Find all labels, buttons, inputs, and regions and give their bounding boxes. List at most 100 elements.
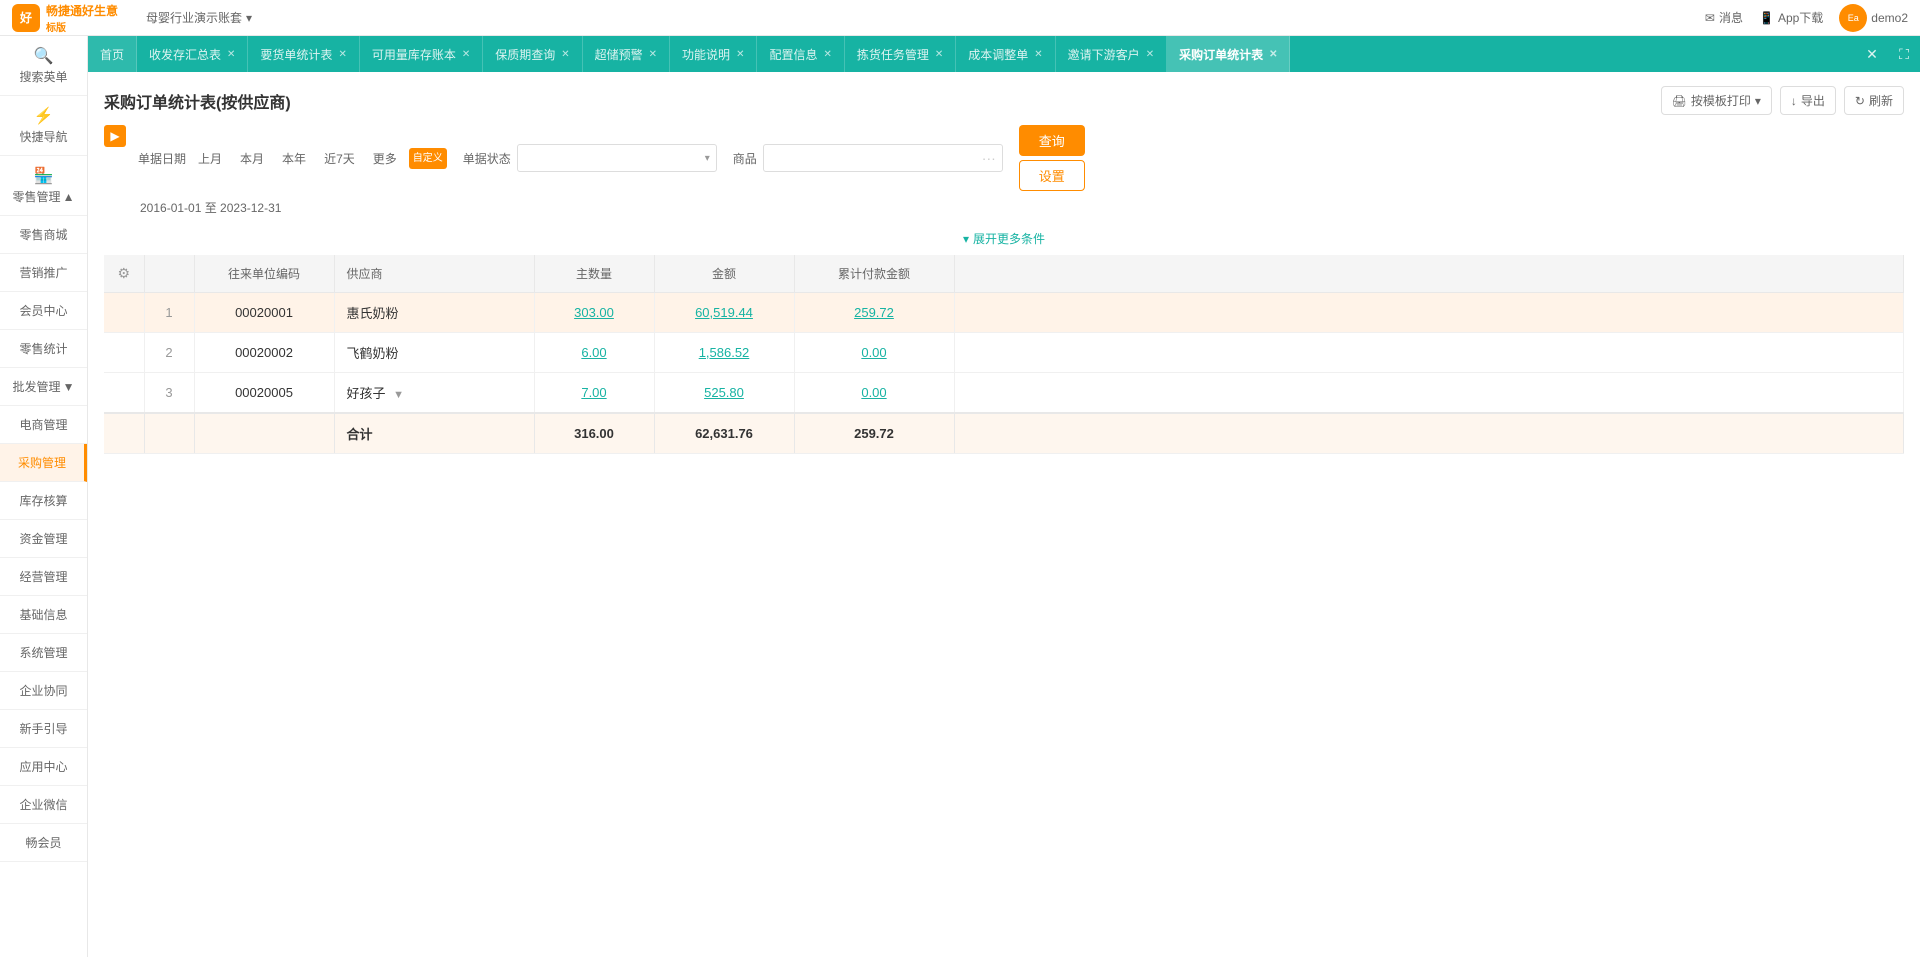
td-supplier-2: 飞鹤奶粉 (334, 333, 534, 373)
td-unit-code-2: 00020002 (194, 333, 334, 373)
td-main-qty-1[interactable]: 303.00 (534, 293, 654, 333)
settings-button[interactable]: 设置 (1019, 160, 1085, 191)
query-button[interactable]: 查询 (1019, 125, 1085, 156)
close-icon[interactable]: ✕ (338, 49, 346, 60)
tab-invite-downstream[interactable]: 邀请下游客户 ✕ (1056, 36, 1167, 72)
last-month-btn[interactable]: 上月 (192, 148, 228, 169)
date-range-display: 2016-01-01 至 2023-12-31 (138, 199, 1904, 216)
tab-requisition-stats[interactable]: 要货单统计表 ✕ (248, 36, 359, 72)
sidebar-item-search[interactable]: 🔍 搜索英单 (0, 36, 87, 96)
close-icon[interactable]: ✕ (736, 49, 744, 60)
td-total-rownum (144, 413, 194, 454)
td-paid-2[interactable]: 0.00 (794, 333, 954, 373)
sidebar-item-shortcut[interactable]: ⚡ 快捷导航 (0, 96, 87, 156)
close-icon[interactable]: ✕ (1034, 49, 1042, 60)
td-paid-3[interactable]: 0.00 (794, 373, 954, 414)
sidebar-item-system[interactable]: 系统管理 (0, 634, 87, 672)
close-all-tabs-button[interactable]: ✕ (1856, 36, 1888, 72)
close-icon[interactable]: ✕ (1269, 49, 1277, 60)
tab-picking-task[interactable]: 拣货任务管理 ✕ (845, 36, 956, 72)
close-icon[interactable]: ✕ (1146, 49, 1154, 60)
date-filter: 单据日期 上月 本月 本年 近7天 更多 自定义 (138, 148, 447, 169)
sidebar-item-inventory[interactable]: 库存核算 (0, 482, 87, 520)
user-profile[interactable]: Ea demo2 (1839, 4, 1908, 32)
sidebar-item-member2[interactable]: 畅会员 (0, 824, 87, 862)
sidebar-item-appcenter[interactable]: 应用中心 (0, 748, 87, 786)
sidebar-item-ecommerce[interactable]: 电商管理 (0, 406, 87, 444)
sidebar-item-wholesale[interactable]: 批发管理 ▼ (0, 368, 87, 406)
goods-filter: 商品 ··· (733, 144, 1003, 172)
close-icon[interactable]: ✕ (462, 49, 470, 60)
export-button[interactable]: ↓ 导出 (1780, 86, 1836, 115)
td-total-settings (104, 413, 144, 454)
sidebar-item-retail-stats[interactable]: 零售统计 (0, 330, 87, 368)
status-select[interactable]: ▾ (517, 144, 717, 172)
td-supplier-3: 好孩子 ▼ (334, 373, 534, 414)
top-bar: 好 畅捷通好生意 标版 母婴行业演示账套 ▾ ✉ 消息 📱 App下载 Ea d… (0, 0, 1920, 36)
content-area: 首页 收发存汇总表 ✕ 要货单统计表 ✕ 可用量库存账本 ✕ 保质期查询 ✕ 超… (88, 36, 1920, 957)
close-icon[interactable]: ✕ (935, 49, 943, 60)
sidebar: 🔍 搜索英单 ⚡ 快捷导航 🏪 零售管理 ▲ 零售商城 营销推广 会员中心 零售… (0, 36, 88, 957)
close-icon[interactable]: ✕ (227, 49, 235, 60)
chevron-down-icon: ▾ (1755, 94, 1761, 108)
chevron-down-icon: ▲ (63, 190, 75, 204)
fullscreen-button[interactable]: ⛶ (1888, 36, 1920, 72)
sidebar-item-operations[interactable]: 经营管理 (0, 558, 87, 596)
sidebar-item-purchase[interactable]: 采购管理 (0, 444, 87, 482)
th-rownum (144, 255, 194, 293)
close-icon[interactable]: ✕ (561, 49, 569, 60)
sidebar-item-newguide[interactable]: 新手引导 (0, 710, 87, 748)
last-7days-btn[interactable]: 近7天 (318, 148, 361, 169)
tab-config-info[interactable]: 配置信息 ✕ (757, 36, 844, 72)
expand-conditions-button[interactable]: ▾ 展开更多条件 (955, 226, 1053, 251)
retail-icon: 🏪 (4, 166, 83, 186)
close-icon[interactable]: ✕ (649, 49, 657, 60)
sidebar-item-enterprise[interactable]: 企业协同 (0, 672, 87, 710)
table-area: ⚙ 往来单位编码 供应商 主数量 金额 累计付款金额 (88, 255, 1920, 957)
tab-function-desc[interactable]: 功能说明 ✕ (670, 36, 757, 72)
goods-input[interactable]: ··· (763, 144, 1003, 172)
settings-icon[interactable]: ⚙ (117, 265, 130, 281)
sidebar-item-retail[interactable]: 🏪 零售管理 ▲ (0, 156, 87, 216)
template-print-button[interactable]: 🖨 按模板打印 ▾ (1661, 86, 1772, 115)
tab-expiry-query[interactable]: 保质期查询 ✕ (483, 36, 582, 72)
td-main-qty-2[interactable]: 6.00 (534, 333, 654, 373)
main-layout: 🔍 搜索英单 ⚡ 快捷导航 🏪 零售管理 ▲ 零售商城 营销推广 会员中心 零售… (0, 36, 1920, 957)
filter-toggle-button[interactable]: ▶ (104, 125, 126, 147)
refresh-button[interactable]: ↻ 刷新 (1844, 86, 1904, 115)
td-paid-1[interactable]: 259.72 (794, 293, 954, 333)
tab-receive-send[interactable]: 收发存汇总表 ✕ (137, 36, 248, 72)
tab-cost-adjust[interactable]: 成本调整单 ✕ (956, 36, 1055, 72)
td-amount-1[interactable]: 60,519.44 (654, 293, 794, 333)
td-unit-code-1: 00020001 (194, 293, 334, 333)
more-options-icon[interactable]: ··· (982, 150, 996, 166)
th-settings[interactable]: ⚙ (104, 255, 144, 293)
tab-purchase-stats[interactable]: 采购订单统计表 ✕ (1167, 36, 1290, 72)
sidebar-item-wechat[interactable]: 企业微信 (0, 786, 87, 824)
this-month-btn[interactable]: 本月 (234, 148, 270, 169)
close-icon[interactable]: ✕ (823, 49, 831, 60)
more-date-btn[interactable]: 更多 (367, 148, 403, 169)
this-year-btn[interactable]: 本年 (276, 148, 312, 169)
td-settings (104, 333, 144, 373)
sidebar-item-member[interactable]: 会员中心 (0, 292, 87, 330)
td-amount-2[interactable]: 1,586.52 (654, 333, 794, 373)
td-supplier-1: 惠氏奶粉 (334, 293, 534, 333)
sidebar-item-marketing[interactable]: 营销推广 (0, 254, 87, 292)
data-table: ⚙ 往来单位编码 供应商 主数量 金额 累计付款金额 (104, 255, 1904, 454)
chevron-down-icon: ▼ (63, 380, 75, 394)
message-button[interactable]: ✉ 消息 (1705, 9, 1743, 26)
workspace-selector[interactable]: 母婴行业演示账套 ▾ (146, 9, 252, 26)
sidebar-item-basic[interactable]: 基础信息 (0, 596, 87, 634)
td-main-qty-3[interactable]: 7.00 (534, 373, 654, 414)
td-rownum-1: 1 (144, 293, 194, 333)
sidebar-item-finance[interactable]: 资金管理 (0, 520, 87, 558)
tab-inventory-account[interactable]: 可用量库存账本 ✕ (360, 36, 483, 72)
sidebar-item-retail-shop[interactable]: 零售商城 (0, 216, 87, 254)
td-amount-3[interactable]: 525.80 (654, 373, 794, 414)
app-download-button[interactable]: 📱 App下载 (1759, 9, 1823, 26)
table-row: 1 00020001 惠氏奶粉 303.00 60,519.44 259.72 (104, 293, 1904, 333)
td-total-qty: 316.00 (534, 413, 654, 454)
tab-home[interactable]: 首页 (88, 36, 137, 72)
tab-overstock-warning[interactable]: 超储预警 ✕ (583, 36, 670, 72)
